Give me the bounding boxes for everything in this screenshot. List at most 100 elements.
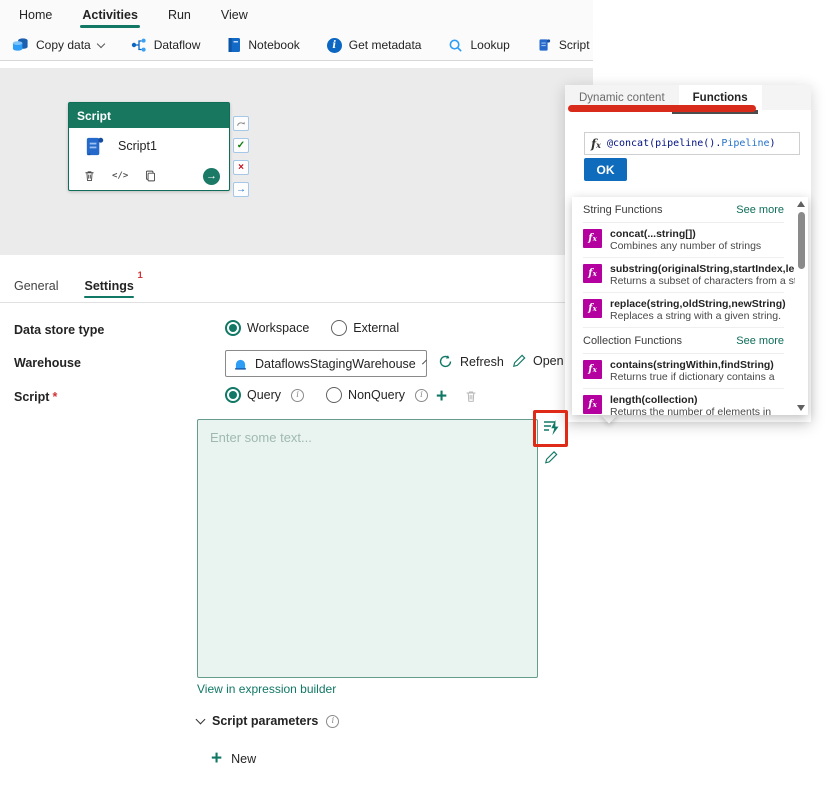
function-item-substring[interactable]: fx substring(originalString,startIndex,l…: [583, 258, 808, 293]
query-info-icon[interactable]: i: [291, 388, 305, 402]
script-type-radios: Query i NonQuery i: [225, 387, 429, 403]
pipeline-canvas[interactable]: Script Script1 </> → ✓ × →: [0, 68, 593, 255]
lookup-button[interactable]: Lookup: [448, 38, 510, 53]
delete-activity-icon[interactable]: [83, 169, 96, 183]
on-success-connector-icon[interactable]: ✓: [233, 138, 249, 153]
view-in-expression-builder-link[interactable]: View in expression builder: [197, 682, 336, 696]
script-textarea[interactable]: [197, 419, 538, 678]
function-name: concat(...string[]): [610, 228, 696, 240]
lookup-icon: [448, 38, 463, 53]
script-parameters-info-icon[interactable]: i: [326, 714, 340, 728]
see-more-link[interactable]: See more: [736, 204, 784, 216]
required-asterisk: *: [52, 390, 58, 404]
trash-icon: [466, 391, 476, 402]
on-skip-connector-icon[interactable]: [233, 116, 249, 131]
menu-activities[interactable]: Activities: [73, 0, 147, 30]
dataflow-button[interactable]: Dataflow: [131, 37, 201, 53]
function-item-length[interactable]: fx length(collection) Returns the number…: [583, 389, 784, 415]
warehouse-dropdown[interactable]: DataflowsStagingWarehouse: [225, 350, 427, 377]
script-button[interactable]: Script: [537, 37, 590, 53]
section-title: Collection Functions: [583, 335, 683, 347]
menubar: Home Activities Run View: [0, 0, 593, 30]
collection-functions-header: Collection Functions See more: [583, 328, 784, 354]
function-item-concat[interactable]: fx concat(...string[]) Combines any numb…: [583, 223, 784, 258]
script-scroll-icon: [83, 135, 106, 158]
tab-settings[interactable]: Settings 1: [84, 270, 143, 302]
function-description: Combines any number of strings together.…: [610, 240, 762, 253]
lookup-label: Lookup: [470, 38, 510, 52]
function-item-contains[interactable]: fx contains(stringWithin,findString) Ret…: [583, 354, 784, 389]
nonquery-radio[interactable]: NonQuery i: [326, 387, 429, 403]
notebook-label: Notebook: [248, 38, 300, 52]
function-item-replace[interactable]: fx replace(string,oldString,newString) R…: [583, 293, 786, 328]
edit-expression-button[interactable]: [544, 450, 558, 465]
on-fail-connector-icon[interactable]: ×: [233, 160, 249, 175]
query-radio-label: Query: [247, 388, 282, 402]
function-list: String Functions See more fx concat(...s…: [572, 197, 808, 415]
clone-activity-icon[interactable]: [144, 169, 157, 183]
plus-icon: +: [436, 386, 448, 407]
settings-error-badge: 1: [137, 270, 143, 281]
pencil-icon: [544, 451, 558, 464]
node-name-label: Script1: [118, 139, 157, 153]
script-parameters-toggle[interactable]: Script parameters i: [195, 714, 340, 728]
script-activity-node[interactable]: Script Script1 </> →: [68, 102, 230, 191]
warehouse-icon: [234, 358, 247, 370]
expression-property: Pipeline: [721, 138, 770, 149]
function-name: contains(stringWithin,findString): [610, 359, 774, 371]
tab-settings-label: Settings: [84, 279, 134, 293]
expression-builder-flyout: Dynamic content Functions fx @concat(pip…: [565, 85, 811, 424]
tab-general[interactable]: General: [14, 279, 58, 302]
warehouse-value: DataflowsStagingWarehouse: [255, 356, 416, 371]
next-connector-icon[interactable]: →: [203, 167, 220, 185]
scrollbar-thumb[interactable]: [797, 212, 805, 269]
refresh-icon: [438, 354, 453, 369]
open-label: Open: [533, 354, 564, 368]
data-store-type-label: Data store type: [14, 323, 105, 337]
menu-home[interactable]: Home: [10, 0, 61, 30]
external-radio[interactable]: External: [331, 320, 399, 336]
expression-input[interactable]: fx @concat(pipeline().Pipeline): [584, 132, 800, 155]
fx-icon: fx: [591, 136, 601, 151]
get-metadata-label: Get metadata: [348, 38, 422, 52]
dataflow-label: Dataflow: [153, 38, 201, 52]
activities-toolbar: Copy data Dataflow Notebook i Get metada…: [0, 30, 593, 61]
fx-function-icon: fx: [583, 360, 602, 379]
dataflow-icon: [131, 37, 147, 53]
dynamic-content-icon: [544, 420, 559, 436]
scroll-down-icon[interactable]: [797, 405, 805, 411]
add-dynamic-content-button[interactable]: [541, 417, 561, 438]
external-radio-label: External: [353, 321, 400, 335]
copy-data-icon: [12, 37, 29, 53]
function-description: Replaces a string with a given string. F…: [610, 310, 781, 323]
open-button[interactable]: Open: [512, 354, 564, 368]
notebook-button[interactable]: Notebook: [227, 37, 300, 53]
workspace-radio[interactable]: Workspace: [225, 320, 309, 336]
code-view-icon[interactable]: </>: [112, 171, 128, 181]
see-more-link[interactable]: See more: [736, 335, 784, 347]
warehouse-label: Warehouse: [14, 356, 81, 370]
query-radio[interactable]: Query i: [225, 387, 305, 403]
refresh-label: Refresh: [460, 354, 504, 369]
nonquery-info-icon[interactable]: i: [415, 388, 429, 402]
fx-function-icon: fx: [583, 395, 602, 414]
radio-selected-icon: [225, 320, 241, 336]
new-parameter-button[interactable]: + New: [211, 749, 256, 768]
on-completion-connector-icon[interactable]: →: [233, 182, 249, 197]
function-name: substring(originalString,startIndex,leng…: [610, 263, 808, 275]
refresh-button[interactable]: Refresh: [438, 354, 504, 369]
menu-view[interactable]: View: [212, 0, 257, 30]
notebook-icon: [227, 37, 241, 53]
script-icon: [537, 37, 552, 53]
red-annotation-underline: [568, 105, 756, 112]
menu-run[interactable]: Run: [159, 0, 200, 30]
delete-script-button[interactable]: [464, 389, 478, 404]
copy-data-button[interactable]: Copy data: [12, 37, 105, 53]
function-list-scrollbar[interactable]: [795, 199, 808, 413]
get-metadata-button[interactable]: i Get metadata: [326, 37, 422, 53]
scroll-up-icon[interactable]: [797, 201, 805, 207]
function-description: Returns true if dictionary contains a ke…: [610, 371, 775, 384]
add-script-button[interactable]: +: [436, 387, 447, 406]
script-label: Script: [558, 38, 590, 52]
ok-button[interactable]: OK: [584, 158, 627, 181]
